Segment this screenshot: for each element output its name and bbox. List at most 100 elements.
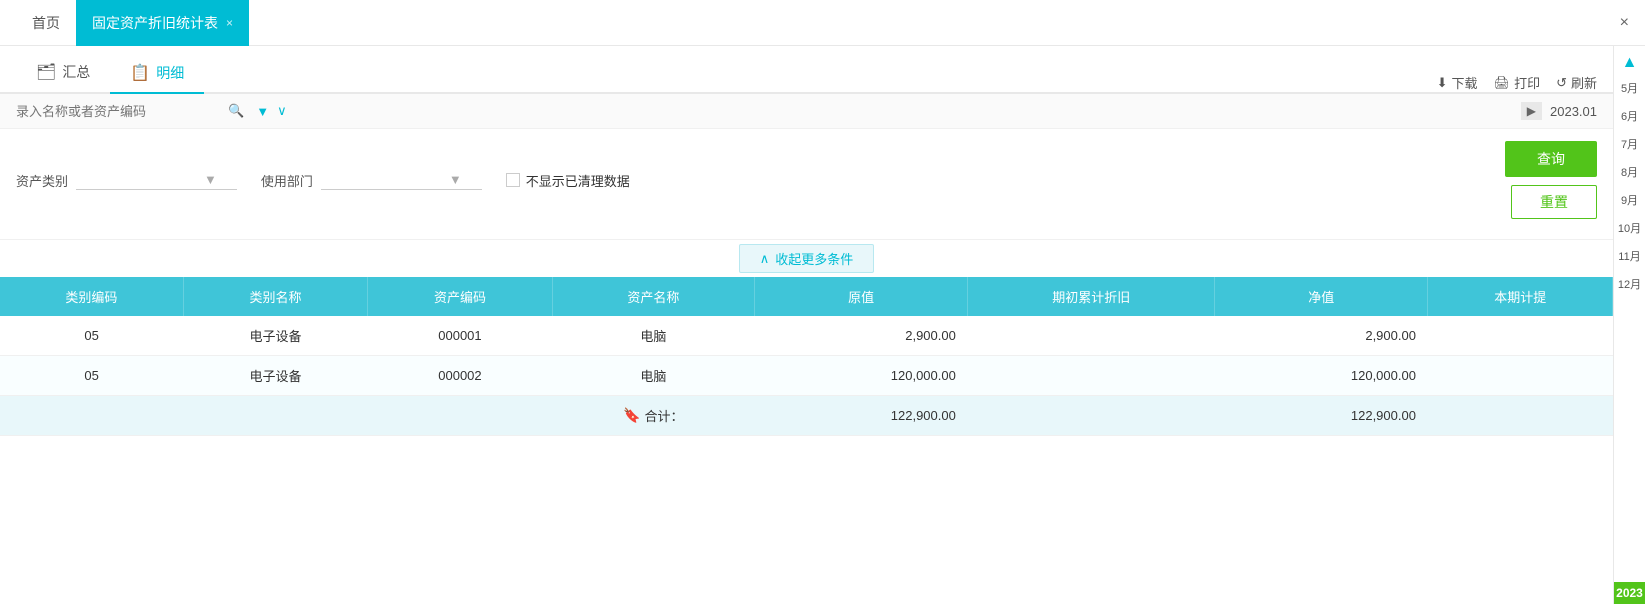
year-badge[interactable]: 2023 (1614, 582, 1645, 604)
table-container: 类别编码 类别名称 资产编码 资产名称 原值 期初累计折旧 净值 本期计提 05… (0, 277, 1613, 604)
download-button[interactable]: ⬇ 下载 (1437, 73, 1478, 92)
asset-type-filter: 资产类别 ▼ (16, 170, 237, 190)
query-button[interactable]: 查询 (1505, 141, 1597, 177)
refresh-label: 刷新 (1571, 73, 1597, 92)
tab-detail[interactable]: 📋 明细 (110, 54, 204, 94)
col-asset-code: 资产编码 (368, 277, 552, 316)
col-current-depreciation: 本期计提 (1428, 277, 1613, 316)
month-item[interactable]: 9月 (1618, 186, 1641, 214)
cell-category-name: 电子设备 (183, 316, 367, 356)
close-tab-button[interactable]: × (226, 16, 233, 30)
more-conditions-button[interactable]: ▼ ∨ (256, 103, 286, 119)
col-accumulated-depreciation: 期初累计折旧 (968, 277, 1215, 316)
cell-asset-name: 电脑 (552, 316, 754, 356)
dept-filter: 使用部门 ▼ (261, 170, 482, 190)
tab-title: 固定资产折旧统计表 (92, 13, 218, 33)
print-button[interactable]: 🖨 打印 (1494, 73, 1541, 92)
search-bar: 🔍 ▼ ∨ ▶ 2023.01 (0, 94, 1613, 129)
total-current (1428, 396, 1613, 436)
asset-type-select[interactable]: ▼ (76, 170, 237, 190)
dept-select[interactable]: ▼ (321, 170, 482, 190)
close-window-button[interactable]: × (1620, 14, 1629, 32)
col-net-value: 净值 (1215, 277, 1428, 316)
col-category-name: 类别名称 (183, 277, 367, 316)
detail-icon: 📋 (130, 63, 150, 83)
active-tab[interactable]: 固定资产折旧统计表 × (76, 0, 249, 46)
dept-arrow-icon: ▼ (449, 172, 462, 187)
cell-net-value: 2,900.00 (1215, 316, 1428, 356)
cell-current-depreciation (1428, 316, 1613, 356)
collapse-button[interactable]: ∧ 收起更多条件 (739, 244, 875, 273)
total-row: 🔖 合计： 122,900.00 122,900.00 (0, 396, 1613, 436)
content-area: 🗂 汇总 📋 明细 ⬇ 下载 🖨 打印 ↺ 刷新 (0, 46, 1645, 604)
cell-category-code: 05 (0, 356, 183, 396)
hide-cleared-label: 不显示已清理数据 (526, 171, 630, 190)
cell-accumulated-depreciation (968, 316, 1215, 356)
month-item[interactable]: 5月 (1618, 74, 1641, 102)
cell-original-value: 120,000.00 (754, 356, 967, 396)
total-label: 🔖 合计： (552, 396, 754, 436)
date-display: 2023.01 (1550, 104, 1597, 119)
month-item[interactable]: 10月 (1618, 214, 1641, 242)
month-item[interactable]: 11月 (1618, 242, 1641, 270)
cell-net-value: 120,000.00 (1215, 356, 1428, 396)
total-original-value: 122,900.00 (754, 396, 967, 436)
cell-category-name: 电子设备 (183, 356, 367, 396)
collapse-row: ∧ 收起更多条件 (0, 240, 1613, 277)
hide-cleared-checkbox[interactable] (506, 173, 520, 187)
tab-bar: 🗂 汇总 📋 明细 ⬇ 下载 🖨 打印 ↺ 刷新 (0, 46, 1613, 94)
filter-row: 资产类别 ▼ 使用部门 ▼ 不显示已清 (16, 141, 1597, 219)
print-label: 打印 (1514, 73, 1540, 92)
collapse-label: 收起更多条件 (775, 249, 853, 268)
search-input[interactable] (16, 104, 216, 119)
refresh-button[interactable]: ↺ 刷新 (1556, 73, 1597, 92)
cell-original-value: 2,900.00 (754, 316, 967, 356)
total-text: 合计： (645, 406, 684, 425)
dept-label: 使用部门 (261, 171, 313, 190)
month-item[interactable]: 8月 (1618, 158, 1641, 186)
asset-type-arrow-icon: ▼ (204, 172, 217, 187)
reset-button[interactable]: 重置 (1511, 185, 1597, 219)
filter-area: 资产类别 ▼ 使用部门 ▼ 不显示已清 (0, 129, 1613, 240)
cell-asset-code: 000002 (368, 356, 552, 396)
table-row: 05 电子设备 000001 电脑 2,900.00 2,900.00 (0, 316, 1613, 356)
filter-icon: ▼ (256, 104, 269, 119)
download-label: 下载 (1452, 73, 1478, 92)
cell-asset-code: 000001 (368, 316, 552, 356)
asset-type-label: 资产类别 (16, 171, 68, 190)
total-net-value: 122,900.00 (1215, 396, 1428, 436)
total-icon: 🔖 (623, 407, 640, 424)
refresh-icon: ↺ (1556, 75, 1567, 91)
top-nav: 首页 固定资产折旧统计表 × × (0, 0, 1645, 46)
nav-home[interactable]: 首页 (16, 13, 76, 33)
tab-summary-label: 汇总 (62, 62, 90, 82)
main-panel: 🗂 汇总 📋 明细 ⬇ 下载 🖨 打印 ↺ 刷新 (0, 46, 1613, 604)
download-icon: ⬇ (1437, 75, 1448, 91)
col-asset-name: 资产名称 (552, 277, 754, 316)
side-arrow-btn[interactable]: ▶ (1521, 102, 1542, 120)
right-panel: ▲ 5月6月7月8月9月10月11月12月 2023 (1613, 46, 1645, 604)
scroll-up-button[interactable]: ▲ (1622, 54, 1638, 72)
total-accumulated (968, 396, 1215, 436)
col-original-value: 原值 (754, 277, 967, 316)
month-item[interactable]: 6月 (1618, 102, 1641, 130)
total-label-cell (0, 396, 552, 436)
summary-icon: 🗂 (36, 62, 56, 82)
cell-current-depreciation (1428, 356, 1613, 396)
chevron-down-icon: ∨ (277, 103, 287, 119)
tab-detail-label: 明细 (156, 63, 184, 83)
hide-cleared-checkbox-item[interactable]: 不显示已清理数据 (506, 171, 630, 190)
cell-accumulated-depreciation (968, 356, 1215, 396)
data-table: 类别编码 类别名称 资产编码 资产名称 原值 期初累计折旧 净值 本期计提 05… (0, 277, 1613, 436)
search-icon[interactable]: 🔍 (228, 103, 244, 119)
tab-summary[interactable]: 🗂 汇总 (16, 52, 110, 92)
cell-asset-name: 电脑 (552, 356, 754, 396)
cell-category-code: 05 (0, 316, 183, 356)
col-category-code: 类别编码 (0, 277, 183, 316)
month-item[interactable]: 12月 (1618, 270, 1641, 298)
print-icon: 🖨 (1494, 75, 1511, 91)
table-row: 05 电子设备 000002 电脑 120,000.00 120,000.00 (0, 356, 1613, 396)
collapse-icon: ∧ (760, 251, 770, 267)
table-header-row: 类别编码 类别名称 资产编码 资产名称 原值 期初累计折旧 净值 本期计提 (0, 277, 1613, 316)
month-item[interactable]: 7月 (1618, 130, 1641, 158)
